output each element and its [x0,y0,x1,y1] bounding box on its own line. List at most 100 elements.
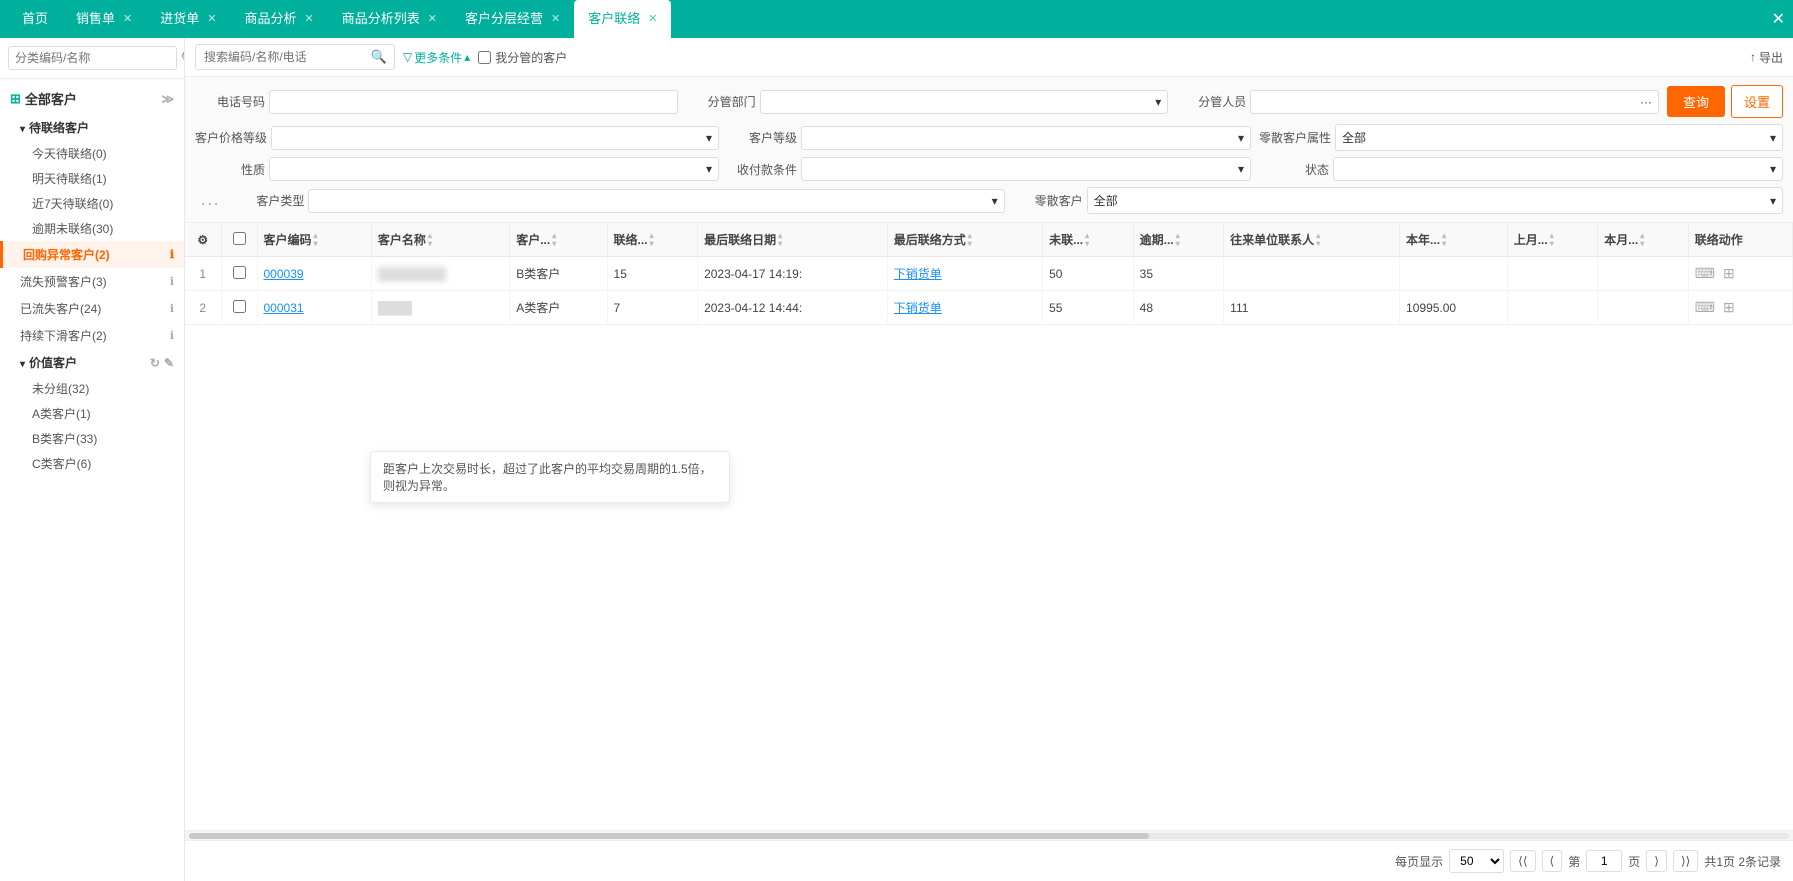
person-select[interactable]: ··· [1250,90,1659,114]
payment-select[interactable]: ▾ [801,157,1251,181]
my-customer-filter: 我分管的客户 [478,49,567,66]
sidebar-7day-pending[interactable]: 近7天待联络(0) [10,191,184,216]
close-product-list-tab[interactable]: ✕ [428,0,437,38]
top-navigation: 首页 销售单 ✕ 进货单 ✕ 商品分析 ✕ 商品分析列表 ✕ 客户分层经营 ✕ … [0,0,1793,38]
th-this-month: 本月... ▴▾ [1598,223,1689,257]
retail-customer-select[interactable]: 全部 ▾ [1087,187,1783,214]
sidebar-value-group: 价值客户 ↻ ✎ 未分组(32) A类客户(1) B类客户(33) [0,349,184,476]
grid-icon: ⊞ [10,91,21,107]
row1-checkbox[interactable] [221,257,257,291]
row2-category: A类客户 [510,291,607,325]
sidebar-pending-header[interactable]: 待联络客户 [10,114,184,141]
close-product-analysis-tab[interactable]: ✕ [305,0,314,38]
customer-type-select[interactable]: ▾ [308,189,1004,213]
row2-contact-icon[interactable]: ⌨ [1695,299,1715,316]
sidebar-ungroup[interactable]: 未分组(32) [10,376,184,401]
close-customer-tier-tab[interactable]: ✕ [551,0,560,38]
row1-more-icon[interactable]: ⊞ [1723,265,1735,282]
setting-button[interactable]: 设置 [1731,85,1783,118]
sidebar-value-header[interactable]: 价值客户 ↻ ✎ [10,349,184,376]
close-customer-contact-tab[interactable]: ✕ [648,0,657,38]
more-conditions-button[interactable]: ▽ 更多条件 ▴ [403,49,470,66]
sidebar-search-area: 🔍 [0,38,184,79]
sidebar: 🔍 ⊞ 全部客户 ≫ 待联络客户 今天待联络(0) [0,38,185,881]
row1-last-date: 2023-04-17 14:19: [698,257,888,291]
gender-select[interactable]: ▾ [269,157,719,181]
nav-item-sales[interactable]: 销售单 ✕ [62,0,146,38]
more-dots[interactable]: ... [195,192,226,210]
question-icon: ℹ [170,248,174,261]
next-page-button[interactable]: ⟩ [1646,850,1667,872]
row2-checkbox[interactable] [221,291,257,325]
sidebar-search-input[interactable] [8,46,177,70]
select-all-checkbox[interactable] [233,232,246,245]
sidebar-all-customers[interactable]: ⊞ 全部客户 ≫ [0,83,184,114]
close-sales-tab[interactable]: ✕ [123,0,132,38]
th-settings[interactable]: ⚙ [185,223,221,257]
sidebar-c-customers[interactable]: C类客户(6) [10,451,184,476]
first-page-button[interactable]: ⟨⟨ [1510,850,1535,872]
row1-contact-icon[interactable]: ⌨ [1695,265,1715,282]
sidebar-pending-group: 待联络客户 今天待联络(0) 明天待联络(1) 近7天待联络(0) 逾期未联络(… [0,114,184,241]
content-area: 🔍 ▽ 更多条件 ▴ 我分管的客户 ↑ 导出 电话号码 [185,38,1793,881]
row2-more-icon[interactable]: ⊞ [1723,299,1735,316]
nav-item-product-analysis-list[interactable]: 商品分析列表 ✕ [328,0,451,38]
sidebar-today-pending[interactable]: 今天待联络(0) [10,141,184,166]
my-customer-checkbox[interactable] [478,51,491,64]
row1-category: B类客户 [510,257,607,291]
filter-phone: 电话号码 [195,90,678,114]
th-last-month: 上月... ▴▾ [1507,223,1598,257]
close-purchase-tab[interactable]: ✕ [207,0,216,38]
nav-item-product-analysis[interactable]: 商品分析 ✕ [230,0,327,38]
sidebar-tomorrow-pending[interactable]: 明天待联络(1) [10,166,184,191]
filter-gender: 性质 ▾ [195,157,719,181]
edit-icon[interactable]: ✎ [164,356,174,370]
sidebar-continuous-drop[interactable]: 持续下滑客户(2) ℹ [0,322,184,349]
page-size-select[interactable]: 50 20 100 [1449,849,1504,873]
nav-item-purchase[interactable]: 进货单 ✕ [146,0,230,38]
horizontal-scrollbar[interactable] [185,830,1793,840]
retail-attr-select[interactable]: 全部 ▾ [1335,124,1783,151]
row2-code[interactable]: 000031 [257,291,371,325]
sidebar-overdue-pending[interactable]: 逾期未联络(30) [10,216,184,241]
page-number-input[interactable] [1586,850,1622,872]
query-button[interactable]: 查询 [1667,86,1725,117]
row2-last-date: 2023-04-12 14:44: [698,291,888,325]
th-unit-contact: 往来单位联系人 ▴▾ [1224,223,1400,257]
refresh-icon[interactable]: ↻ [150,356,160,370]
sidebar-lost-predicted[interactable]: 流失预警客户(3) ℹ [0,268,184,295]
phone-input[interactable] [269,90,678,114]
sidebar-collapse-btn[interactable]: ≫ [161,92,174,106]
row1-select[interactable] [233,266,246,279]
last-page-button[interactable]: ⟩⟩ [1673,850,1698,872]
price-grade-select[interactable]: ▾ [271,126,719,150]
nav-item-home[interactable]: 首页 [8,0,62,38]
row1-code[interactable]: 000039 [257,257,371,291]
filter-price-grade: 客户价格等级 ▾ [195,126,719,150]
export-button[interactable]: ↑ 导出 [1750,49,1783,66]
sidebar-repurchase-abnormal[interactable]: 回购异常客户(2) ℹ [0,241,184,268]
sidebar-lost-customers[interactable]: 已流失客户(24) ℹ [0,295,184,322]
main-search-input[interactable] [195,44,395,70]
close-all-tabs[interactable]: ✕ [1772,9,1785,29]
customer-grade-select[interactable]: ▾ [801,126,1251,150]
scrollbar-thumb[interactable] [189,833,1149,839]
th-contact-count: 联络... ▴▾ [607,223,698,257]
scrollbar-track[interactable] [189,833,1789,839]
sidebar-a-customers[interactable]: A类客户(1) [10,401,184,426]
row1-last-method[interactable]: 下销货单 [887,257,1042,291]
row2-select[interactable] [233,300,246,313]
prev-page-button[interactable]: ⟨ [1542,850,1563,872]
status-select[interactable]: ▾ [1333,157,1783,181]
th-checkbox[interactable] [221,223,257,257]
dept-select[interactable]: ▾ [760,90,1169,114]
sidebar-b-customers[interactable]: B类客户(33) [10,426,184,451]
filter-retail-attr: 零散客户属性 全部 ▾ [1259,124,1783,151]
nav-item-customer-contact[interactable]: 客户联络 ✕ [574,0,671,38]
nav-item-customer-tier[interactable]: 客户分层经营 ✕ [451,0,574,38]
row2-last-method[interactable]: 下销货单 [887,291,1042,325]
query-btn-group: 查询 设置 [1667,85,1783,118]
chevron-value [20,356,25,370]
filter-row-3: 性质 ▾ 收付款条件 ▾ 状态 ▾ [195,157,1783,181]
row1-name: ████████ [371,257,509,291]
